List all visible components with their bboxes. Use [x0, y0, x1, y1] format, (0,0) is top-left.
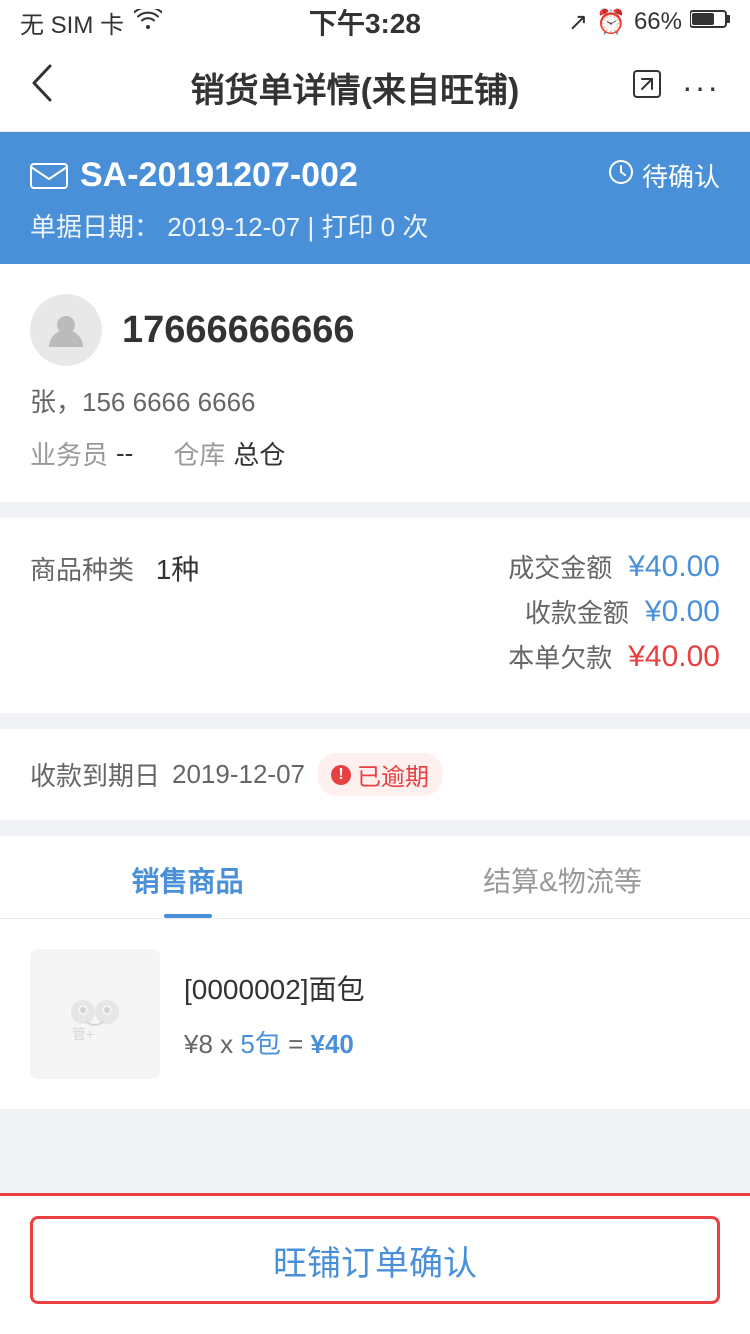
- owed-value: ¥40.00: [628, 640, 720, 674]
- nav-bar: 销货单详情(来自旺铺) ···: [0, 44, 750, 132]
- status-left: 无 SIM 卡: [20, 5, 162, 40]
- confirm-order-button[interactable]: 旺铺订单确认: [30, 1216, 720, 1304]
- order-date: 单据日期： 2019-12-07 | 打印 0 次: [30, 207, 720, 244]
- deal-row: 成交金额 ¥40.00: [508, 548, 720, 585]
- category-row: 商品种类 1种: [30, 548, 199, 588]
- customer-phone: 17666666666: [122, 309, 354, 352]
- deal-value: ¥40.00: [628, 550, 720, 584]
- avatar: [30, 294, 102, 366]
- customer-section: 17666666666 张，156 6666 6666 业务员 -- 仓库 总仓: [0, 264, 750, 502]
- product-name: [0000002]面包: [184, 968, 720, 1008]
- customer-name: 张，156 6666 6666: [30, 382, 720, 419]
- page-title: 销货单详情(来自旺铺): [90, 63, 620, 112]
- warehouse-label: 仓库: [173, 435, 225, 472]
- order-status: 待确认: [608, 157, 720, 194]
- product-total: ¥40: [310, 1029, 353, 1059]
- amount-section: 商品种类 1种 成交金额 ¥40.00 收款金额 ¥0.00 本单欠款 ¥40.…: [0, 518, 750, 713]
- overdue-icon: !: [331, 765, 351, 785]
- warehouse-item: 仓库 总仓: [173, 435, 285, 472]
- product-thumbnail: 管+: [30, 949, 160, 1079]
- location-icon: ↗: [568, 8, 588, 37]
- sim-label: 无 SIM 卡: [20, 5, 124, 40]
- amount-left: 商品种类 1种: [30, 548, 199, 592]
- battery-label: 66%: [634, 8, 682, 36]
- tab-settlement[interactable]: 结算&物流等: [375, 836, 750, 918]
- deal-label: 成交金额: [508, 548, 612, 585]
- product-qty: 5包: [240, 1029, 280, 1059]
- salesperson-item: 业务员 --: [30, 435, 133, 472]
- due-date-value: 2019-12-07: [172, 759, 305, 790]
- confirm-button-wrap: 旺铺订单确认: [0, 1193, 750, 1334]
- product-price: ¥8 x 5包 = ¥40: [184, 1024, 720, 1061]
- order-header: SA-20191207-002 待确认 单据日期： 2019-12-07 | 打…: [0, 132, 750, 264]
- share-icon[interactable]: [632, 69, 662, 106]
- equals-sign: =: [281, 1029, 311, 1059]
- more-icon[interactable]: ···: [682, 69, 720, 106]
- received-label: 收款金额: [525, 593, 629, 630]
- status-text: 待确认: [642, 157, 720, 194]
- status-time: 下午3:28: [309, 2, 421, 42]
- product-info: [0000002]面包 ¥8 x 5包 = ¥40: [184, 968, 720, 1061]
- due-date-section: 收款到期日 2019-12-07 ! 已逾期: [0, 729, 750, 820]
- back-button[interactable]: [30, 64, 90, 111]
- owed-row: 本单欠款 ¥40.00: [508, 638, 720, 675]
- amount-right: 成交金额 ¥40.00 收款金额 ¥0.00 本单欠款 ¥40.00: [508, 548, 720, 683]
- status-bar: 无 SIM 卡 下午3:28 ↗ ⏰ 66%: [0, 0, 750, 44]
- tab-products[interactable]: 销售商品: [0, 836, 375, 918]
- status-right: ↗ ⏰ 66%: [568, 8, 730, 37]
- wifi-icon: [134, 8, 162, 36]
- category-label: 商品种类: [30, 555, 134, 585]
- order-id-row: SA-20191207-002 待确认: [30, 156, 720, 195]
- due-date-label: 收款到期日: [30, 756, 160, 793]
- product-item: 管+ [0000002]面包 ¥8 x 5包 = ¥40: [0, 919, 750, 1109]
- customer-row: 17666666666: [30, 294, 720, 366]
- tabs-row: 销售商品 结算&物流等: [0, 836, 750, 919]
- warehouse-value: 总仓: [233, 435, 285, 472]
- alarm-icon: ⏰: [596, 8, 626, 37]
- tabs-section: 销售商品 结算&物流等 管+ [0000002]面包 ¥8 x 5包 = ¥40: [0, 836, 750, 1109]
- salesperson-label: 业务员: [30, 435, 108, 472]
- received-value: ¥0.00: [645, 595, 720, 629]
- overdue-badge: ! 已逾期: [317, 753, 443, 796]
- salesperson-value: --: [116, 438, 133, 469]
- svg-text:管+: 管+: [72, 1026, 94, 1042]
- nav-actions: ···: [620, 69, 720, 106]
- order-id: SA-20191207-002: [30, 156, 358, 195]
- unit-price: ¥8 x: [184, 1029, 240, 1059]
- overdue-label: 已逾期: [357, 757, 429, 792]
- battery-icon: [690, 8, 730, 36]
- received-row: 收款金额 ¥0.00: [508, 593, 720, 630]
- owed-label: 本单欠款: [508, 638, 612, 675]
- customer-meta: 业务员 -- 仓库 总仓: [30, 435, 720, 472]
- category-value: 1种: [156, 554, 200, 585]
- clock-icon: [608, 159, 634, 192]
- order-id-icon: [30, 161, 68, 191]
